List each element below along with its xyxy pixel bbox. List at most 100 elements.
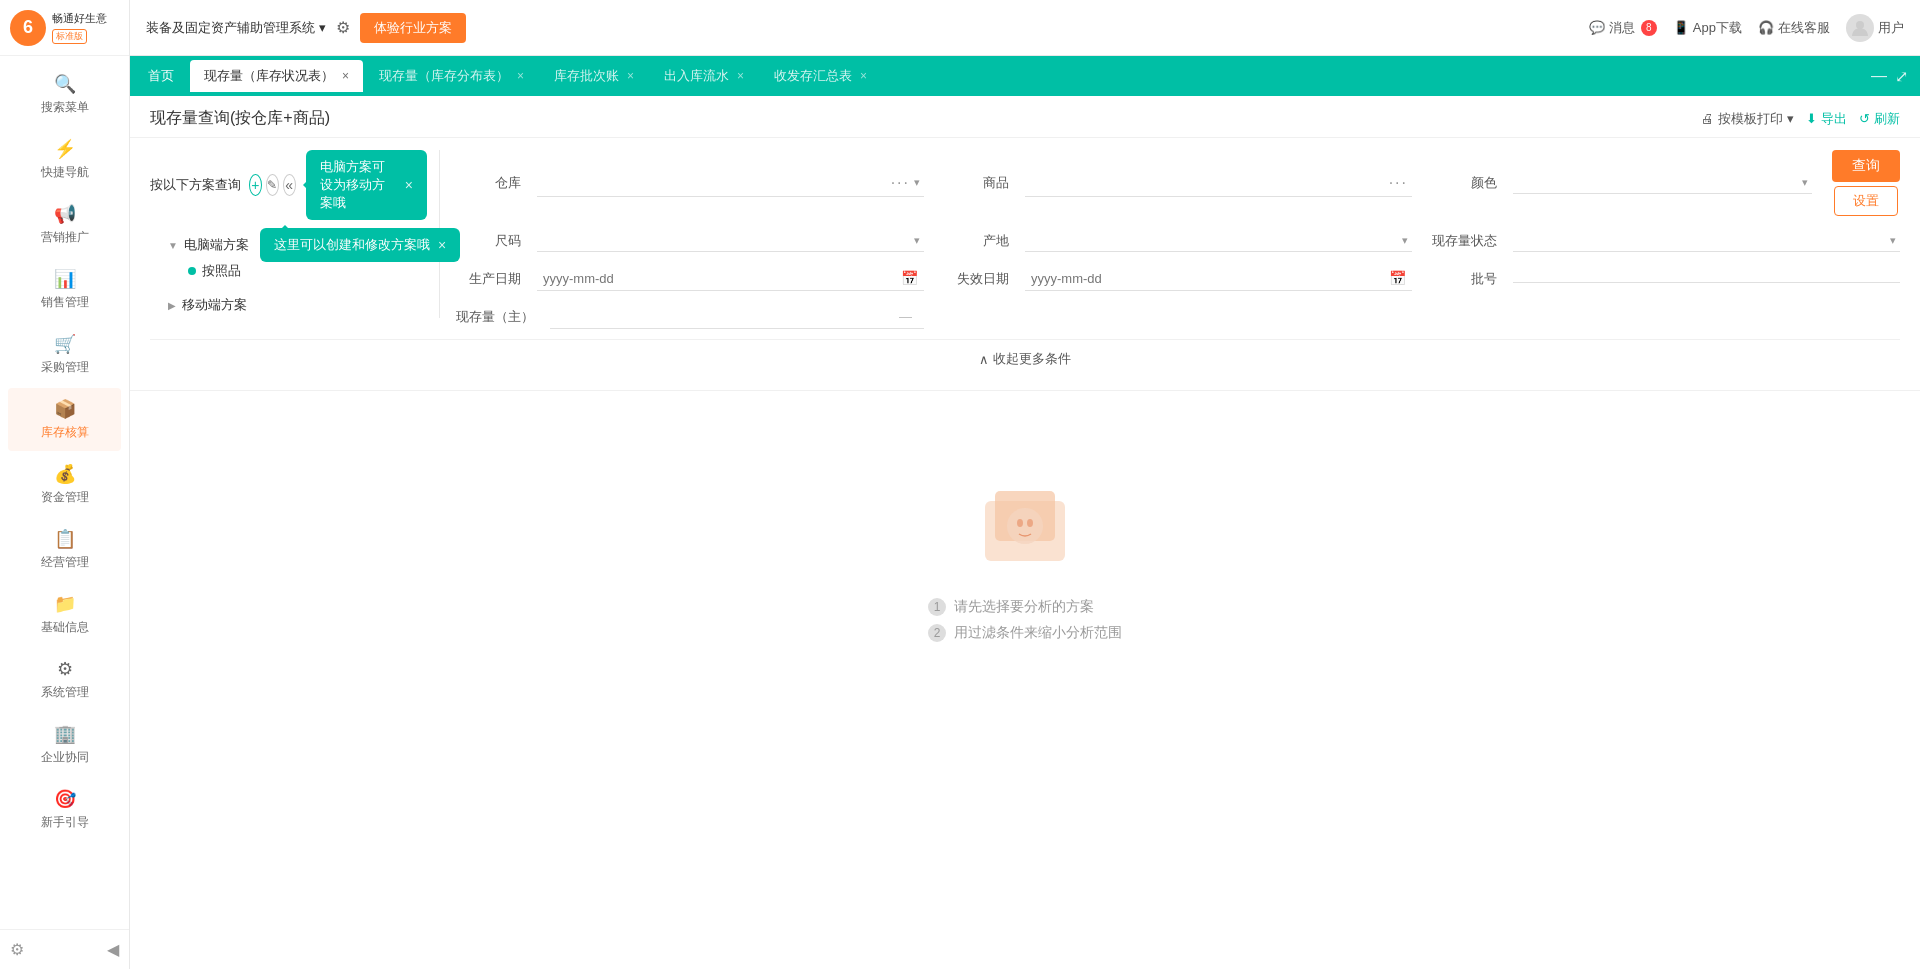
scheme-mobile[interactable]: ▶ 移动端方案: [160, 292, 427, 318]
filter-back-btn[interactable]: «: [283, 174, 296, 196]
filter-add-btn[interactable]: +: [249, 174, 262, 196]
origin-label: 产地: [944, 232, 1009, 250]
goods-select[interactable]: ···: [1025, 170, 1412, 197]
size-label: 尺码: [456, 232, 521, 250]
inv-status-select[interactable]: ▾: [1513, 230, 1900, 252]
scheme-mobile-arrow: ▶: [168, 300, 176, 311]
page-actions: 🖨 按模板打印 ▾ ⬇ 导出 ↺ 刷新: [1701, 110, 1900, 128]
sidebar-item-inventory[interactable]: 📦 库存核算: [8, 388, 121, 451]
empty-tip-1-text: 请先选择要分析的方案: [954, 598, 1094, 616]
size-select[interactable]: ▾: [537, 230, 924, 252]
tab-fullscreen-btn[interactable]: ⤢: [1895, 67, 1908, 86]
sidebar-item-purchase[interactable]: 🛒 采购管理: [8, 323, 121, 386]
tab-home[interactable]: 首页: [134, 60, 188, 92]
svg-point-5: [1027, 519, 1033, 527]
query-btn[interactable]: 查询: [1832, 150, 1900, 182]
collapse-bar[interactable]: ∧ 收起更多条件: [150, 339, 1900, 378]
sidebar-item-quick-nav[interactable]: ⚡ 快捷导航: [8, 128, 121, 191]
inv-main-input[interactable]: —: [550, 305, 924, 329]
warehouse-dots[interactable]: ···: [891, 174, 910, 192]
tab-batch-account[interactable]: 库存批次账 ×: [540, 60, 648, 92]
sidebar-item-system[interactable]: ⚙ 系统管理: [8, 648, 121, 711]
origin-select[interactable]: ▾: [1025, 230, 1412, 252]
tooltip2-close[interactable]: ×: [438, 237, 446, 253]
system-name-select[interactable]: 装备及固定资产辅助管理系统 ▾: [146, 19, 326, 37]
tab-home-label: 首页: [148, 67, 174, 85]
sidebar-footer: ⚙ ◀: [0, 929, 129, 969]
header-gear-btn[interactable]: ⚙: [336, 18, 350, 37]
filter-row-origin: 产地 ▾: [944, 230, 1412, 252]
sidebar-item-basic[interactable]: 📁 基础信息: [8, 583, 121, 646]
print-icon: 🖨: [1701, 111, 1714, 126]
batch-label: 批号: [1432, 270, 1497, 288]
sidebar-item-guide[interactable]: 🎯 新手引导: [8, 778, 121, 841]
sidebar-item-finance[interactable]: 💰 资金管理: [8, 453, 121, 516]
warehouse-arrow: ▾: [914, 176, 920, 189]
logo-name: 畅通好生意: [52, 11, 107, 26]
goods-dots[interactable]: ···: [1389, 174, 1408, 192]
guide-icon: 🎯: [54, 788, 76, 810]
tab-inventory-status-close[interactable]: ×: [342, 69, 349, 83]
app-download-btn[interactable]: 📱 App下载: [1673, 19, 1742, 37]
exp-date-field[interactable]: 📅: [1025, 266, 1412, 291]
filter-section: 按以下方案查询 + ✎ « 电脑方案可设为移动方案哦 ×: [130, 138, 1920, 391]
tab-collect-send-close[interactable]: ×: [860, 69, 867, 83]
sidebar-item-search[interactable]: 🔍 搜索菜单: [8, 63, 121, 126]
tooltip-desktop-scheme: 电脑方案可设为移动方案哦 ×: [306, 150, 427, 220]
online-support-label: 在线客服: [1778, 19, 1830, 37]
svg-point-3: [1007, 508, 1043, 544]
inv-status-label: 现存量状态: [1432, 232, 1497, 250]
sidebar-item-operation[interactable]: 📋 经营管理: [8, 518, 121, 581]
sidebar-item-finance-label: 资金管理: [41, 489, 89, 506]
inv-main-dash: —: [899, 309, 912, 324]
message-btn[interactable]: 💬 消息 8: [1589, 19, 1657, 37]
tab-collect-send-label: 收发存汇总表: [774, 67, 852, 85]
sidebar-item-marketing[interactable]: 📢 营销推广: [8, 193, 121, 256]
tab-inventory-status[interactable]: 现存量（库存状况表） ×: [190, 60, 363, 92]
set-btn[interactable]: 设置: [1834, 186, 1898, 216]
tip-num-2: 2: [928, 624, 946, 642]
tooltip1-close[interactable]: ×: [405, 177, 413, 193]
tab-inventory-dist-close[interactable]: ×: [517, 69, 524, 83]
scheme-by-goods[interactable]: 按照品 这里可以创建和修改方案哦 ×: [180, 258, 427, 284]
filter-edit-btn[interactable]: ✎: [266, 174, 279, 196]
prod-date-field[interactable]: 📅: [537, 266, 924, 291]
tab-inout-flow[interactable]: 出入库流水 ×: [650, 60, 758, 92]
scheme-list: ▼ 电脑端方案 按照品 这里可以创建和修改方案哦: [160, 232, 427, 318]
logo-badge: 标准版: [52, 29, 87, 44]
export-btn[interactable]: ⬇ 导出: [1806, 110, 1847, 128]
basic-icon: 📁: [54, 593, 76, 615]
print-btn[interactable]: 🖨 按模板打印 ▾: [1701, 110, 1794, 128]
sidebar-item-search-label: 搜索菜单: [41, 99, 89, 116]
filter-row-prod-date: 生产日期 📅: [456, 266, 924, 291]
page-title: 现存量查询(按仓库+商品): [150, 108, 330, 129]
online-support-btn[interactable]: 🎧 在线客服: [1758, 19, 1830, 37]
settings-footer-btn[interactable]: ⚙: [10, 940, 24, 959]
tab-inventory-status-label: 现存量（库存状况表）: [204, 67, 334, 85]
finance-icon: 💰: [54, 463, 76, 485]
tab-inout-flow-close[interactable]: ×: [737, 69, 744, 83]
color-select[interactable]: ▾: [1513, 172, 1812, 194]
exp-date-calendar-icon[interactable]: 📅: [1389, 270, 1406, 286]
phone-icon: 📱: [1673, 20, 1689, 35]
export-icon: ⬇: [1806, 111, 1817, 126]
user-label: 用户: [1878, 19, 1904, 37]
tab-more-btn[interactable]: —: [1871, 67, 1887, 85]
sidebar-item-enterprise[interactable]: 🏢 企业协同: [8, 713, 121, 776]
experience-btn[interactable]: 体验行业方案: [360, 13, 466, 43]
batch-input[interactable]: [1513, 274, 1900, 283]
refresh-btn[interactable]: ↺ 刷新: [1859, 110, 1900, 128]
tab-batch-account-close[interactable]: ×: [627, 69, 634, 83]
tab-collect-send[interactable]: 收发存汇总表 ×: [760, 60, 881, 92]
prod-date-input[interactable]: [543, 271, 897, 286]
color-arrow: ▾: [1802, 176, 1808, 189]
user-area[interactable]: 用户: [1846, 14, 1904, 42]
tab-inventory-dist[interactable]: 现存量（库存分布表） ×: [365, 60, 538, 92]
sidebar-menu: 🔍 搜索菜单 ⚡ 快捷导航 📢 营销推广 📊 销售管理 🛒 采购管理 📦 库存核…: [0, 56, 129, 929]
warehouse-select[interactable]: ··· ▾: [537, 170, 924, 197]
sidebar-item-sales[interactable]: 📊 销售管理: [8, 258, 121, 321]
exp-date-input[interactable]: [1031, 271, 1385, 286]
prod-date-calendar-icon[interactable]: 📅: [901, 270, 918, 286]
collapse-sidebar-btn[interactable]: ◀: [107, 940, 119, 959]
print-label: 按模板打印: [1718, 110, 1783, 128]
